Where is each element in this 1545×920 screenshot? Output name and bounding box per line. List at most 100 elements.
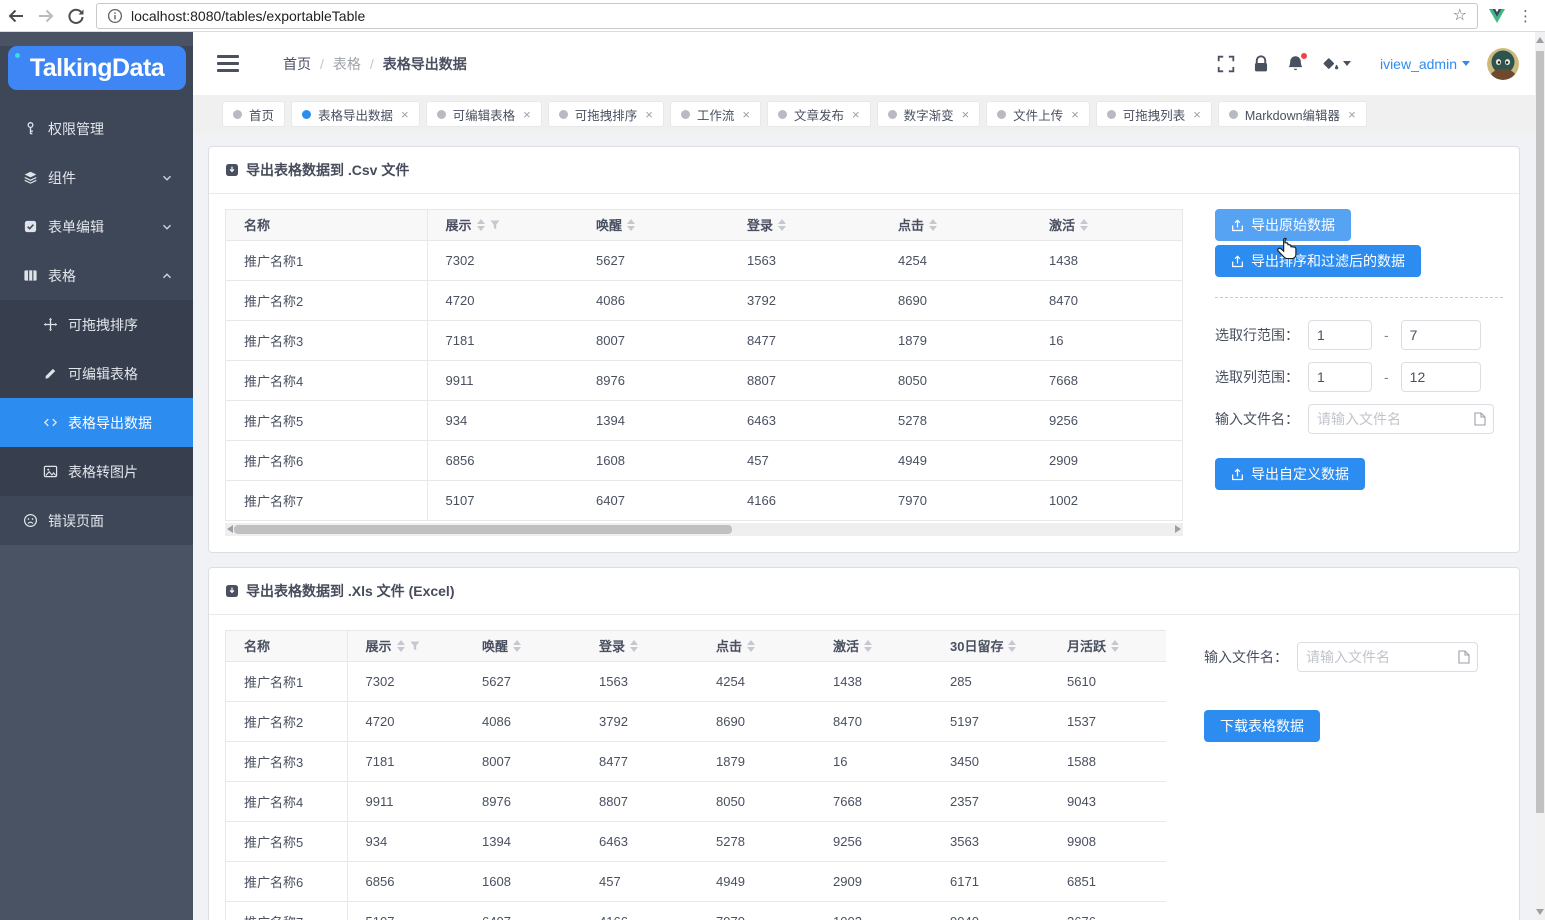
vue-extension-icon[interactable]	[1488, 8, 1506, 24]
lock-icon[interactable]	[1252, 55, 1270, 73]
address-bar[interactable]: localhost:8080/tables/exportableTable ☆	[96, 2, 1478, 29]
sort-caret-icon[interactable]	[476, 218, 485, 231]
scroll-left-arrow[interactable]	[227, 525, 233, 533]
column-header[interactable]: 展示	[427, 210, 578, 241]
sort-caret-icon[interactable]	[864, 639, 873, 652]
column-header[interactable]: 唤醒	[464, 631, 581, 662]
tab-close-icon[interactable]: ×	[852, 108, 860, 121]
sidebar-item-components[interactable]: 组件	[0, 153, 193, 202]
xls-filename-input[interactable]	[1297, 642, 1478, 672]
tab-close-icon[interactable]: ×	[401, 108, 409, 121]
avatar[interactable]	[1487, 47, 1519, 80]
table-cell: 1438	[1031, 240, 1182, 281]
table-row: 推广名称1 7302 5627 1563 4254 1438	[226, 240, 1182, 281]
sort-caret-icon[interactable]	[1111, 639, 1120, 652]
sort-caret-icon[interactable]	[747, 639, 756, 652]
tab-close-icon[interactable]: ×	[1348, 108, 1356, 121]
back-icon[interactable]	[6, 6, 26, 26]
bell-icon[interactable]	[1287, 51, 1308, 73]
sidebar-item-table-to-image[interactable]: 表格转图片	[0, 447, 193, 496]
column-header[interactable]: 唤醒	[578, 210, 729, 241]
tab-item[interactable]: 首页	[222, 101, 286, 127]
sort-caret-icon[interactable]	[627, 218, 636, 231]
export-custom-button[interactable]: 导出自定义数据	[1215, 458, 1365, 490]
url-text[interactable]: localhost:8080/tables/exportableTable	[131, 8, 1453, 24]
tab-status-dot	[997, 109, 1007, 119]
tab-close-icon[interactable]: ×	[523, 108, 531, 121]
breadcrumb-home[interactable]: 首页	[283, 54, 311, 74]
sort-caret-icon[interactable]	[1080, 218, 1089, 231]
sort-caret-icon[interactable]	[630, 639, 639, 652]
refresh-icon[interactable]	[66, 6, 86, 26]
tab-label: 数字渐变	[903, 108, 954, 123]
column-header[interactable]: 登录	[729, 210, 880, 241]
row-range-from-input[interactable]	[1308, 320, 1372, 350]
tab-close-icon[interactable]: ×	[962, 108, 970, 121]
export-filtered-button[interactable]: 导出排序和过滤后的数据	[1215, 245, 1421, 277]
horizontal-scrollbar-thumb[interactable]	[234, 525, 732, 534]
tab-item[interactable]: 可编辑表格 ×	[425, 101, 542, 127]
hamburger-menu-icon[interactable]	[217, 55, 239, 72]
tab-close-icon[interactable]: ×	[742, 108, 750, 121]
sort-caret-icon[interactable]	[778, 218, 787, 231]
col-range-from-input[interactable]	[1308, 362, 1372, 392]
table-cell: 2909	[815, 861, 932, 902]
card-title: 导出表格数据到 .Xls 文件 (Excel)	[246, 583, 455, 599]
tab-close-icon[interactable]: ×	[1193, 108, 1201, 121]
export-raw-button[interactable]: 导出原始数据	[1215, 209, 1351, 241]
sort-caret-icon[interactable]	[1008, 639, 1017, 652]
column-header[interactable]: 展示	[347, 631, 464, 662]
tab-close-icon[interactable]: ×	[645, 108, 653, 121]
sidebar-item-exportable-table[interactable]: 表格导出数据	[0, 398, 193, 447]
scroll-right-arrow[interactable]	[1175, 525, 1181, 533]
tab-label: 可拖拽列表	[1122, 108, 1186, 123]
horizontal-scrollbar[interactable]	[225, 523, 1183, 536]
column-header[interactable]: 月活跃	[1049, 631, 1166, 662]
tab-close-icon[interactable]: ×	[1071, 108, 1079, 121]
tab-item[interactable]: 文件上传 ×	[986, 101, 1090, 127]
vertical-scrollbar[interactable]	[1535, 32, 1545, 920]
tab-item[interactable]: 文章发布 ×	[766, 101, 871, 127]
sidebar-item-editable-table[interactable]: 可编辑表格	[0, 349, 193, 398]
info-icon[interactable]	[107, 8, 123, 24]
sidebar-item-permission[interactable]: 权限管理	[0, 104, 193, 153]
sidebar-item-error-page[interactable]: 错误页面	[0, 496, 193, 545]
bookmark-star-icon[interactable]: ☆	[1453, 7, 1467, 24]
table-row: 推广名称5 934 1394 6463 5278 9256 3563 9908	[226, 821, 1166, 862]
column-header[interactable]: 登录	[581, 631, 698, 662]
scroll-up-arrow[interactable]	[1536, 37, 1544, 43]
sort-caret-icon[interactable]	[929, 218, 938, 231]
filter-icon[interactable]	[490, 220, 500, 230]
filter-icon[interactable]	[410, 641, 420, 651]
table-cell: 8477	[581, 741, 698, 782]
sort-caret-icon[interactable]	[396, 639, 405, 652]
tab-item[interactable]: 表格导出数据 ×	[291, 101, 420, 127]
app-logo[interactable]: TalkingData	[8, 46, 186, 90]
breadcrumb-tables[interactable]: 表格	[333, 54, 361, 74]
column-header[interactable]: 点击	[880, 210, 1031, 241]
tab-item[interactable]: Markdown编辑器 ×	[1217, 101, 1367, 127]
col-range-to-input[interactable]	[1400, 362, 1481, 392]
sidebar-item-drag-sort[interactable]: 可拖拽排序	[0, 300, 193, 349]
sidebar-item-form-edit[interactable]: 表单编辑	[0, 202, 193, 251]
filename-input[interactable]	[1308, 404, 1494, 434]
theme-switch[interactable]	[1322, 56, 1351, 72]
sidebar-item-tables[interactable]: 表格	[0, 251, 193, 300]
column-header[interactable]: 点击	[698, 631, 815, 662]
tab-item[interactable]: 数字渐变 ×	[876, 101, 981, 127]
column-header[interactable]: 30日留存	[932, 631, 1049, 662]
sort-caret-icon[interactable]	[513, 639, 522, 652]
column-header[interactable]: 激活	[815, 631, 932, 662]
fullscreen-icon[interactable]	[1217, 55, 1235, 73]
vertical-scrollbar-thumb[interactable]	[1536, 51, 1544, 813]
scroll-down-arrow[interactable]	[1536, 909, 1544, 915]
tab-item[interactable]: 可拖拽排序 ×	[547, 101, 664, 127]
user-menu[interactable]: iview_admin	[1380, 56, 1470, 72]
tab-item[interactable]: 可拖拽列表 ×	[1095, 101, 1212, 127]
table-icon	[23, 268, 38, 283]
row-range-to-input[interactable]	[1400, 320, 1481, 350]
download-table-button[interactable]: 下载表格数据	[1204, 710, 1320, 742]
column-header[interactable]: 激活	[1031, 210, 1182, 241]
tab-item[interactable]: 工作流 ×	[669, 101, 761, 127]
browser-menu-kebab-icon[interactable]: ⋮	[1518, 7, 1533, 25]
